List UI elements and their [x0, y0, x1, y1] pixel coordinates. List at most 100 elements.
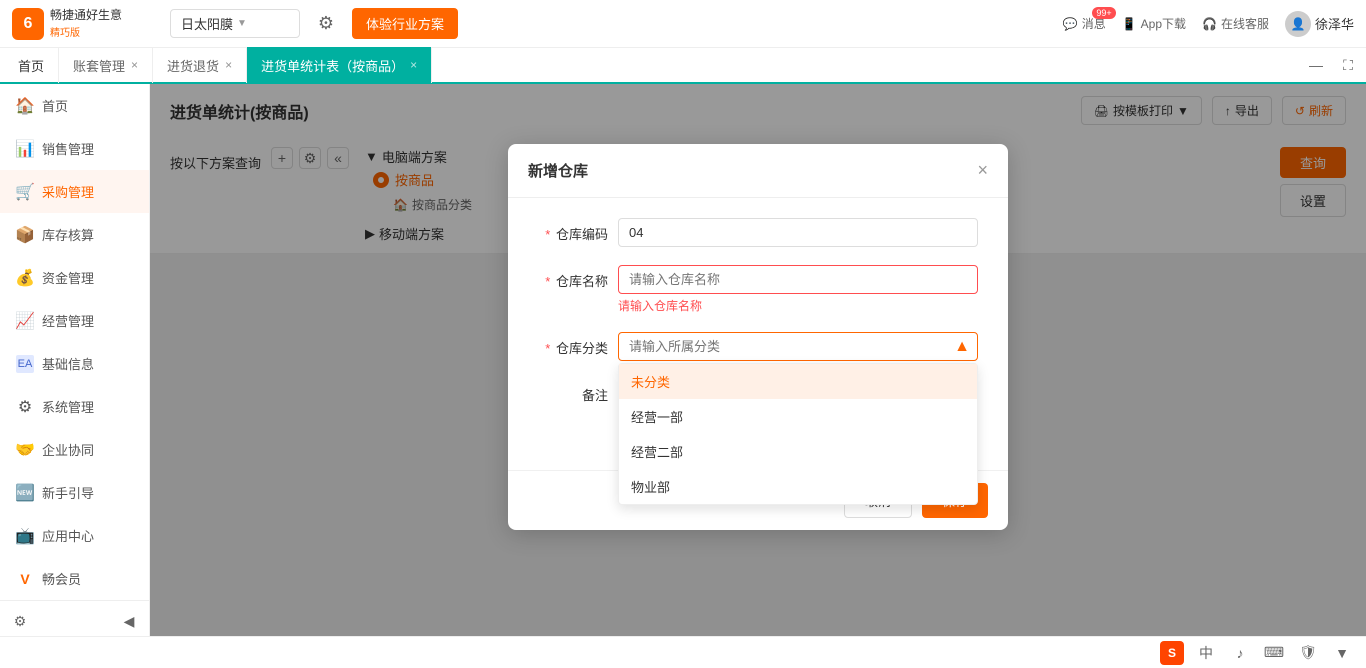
sidebar-item-sales[interactable]: 📊 销售管理: [0, 127, 149, 170]
category-toggle-icon[interactable]: ▲: [954, 338, 970, 356]
name-label: * 仓库名称: [538, 265, 608, 290]
sidebar-item-guide[interactable]: 🆕 新手引导: [0, 471, 149, 514]
sidebar-item-member[interactable]: V 畅会员: [0, 557, 149, 600]
headset-icon: 🎧: [1202, 17, 1217, 31]
operations-icon: 📈: [16, 312, 34, 330]
apps-icon: 📺: [16, 527, 34, 545]
returns-tab-close[interactable]: ×: [225, 58, 232, 72]
sidebar-label-purchase: 采购管理: [42, 182, 94, 201]
bottom-keyboard-icon[interactable]: ⌨: [1262, 641, 1286, 665]
enterprise-icon: 🤝: [16, 441, 34, 459]
bottom-s-icon[interactable]: S: [1160, 641, 1184, 665]
modal-overlay: 新增仓库 × * 仓库编码: [150, 84, 1366, 636]
new-warehouse-modal: 新增仓库 × * 仓库编码: [508, 144, 1008, 530]
sidebar-item-inventory[interactable]: 📦 库存核算: [0, 213, 149, 256]
user-area[interactable]: 👤 徐泽华: [1285, 11, 1354, 37]
sidebar-item-purchase[interactable]: 🛒 采购管理: [0, 170, 149, 213]
online-service-btn[interactable]: 🎧 在线客服: [1202, 15, 1269, 32]
message-icon: 💬: [1063, 17, 1078, 31]
sidebar-label-home: 首页: [42, 96, 68, 115]
header-right: 💬 消息 99+ 📱 App下载 🎧 在线客服 👤 徐泽华: [1063, 11, 1354, 37]
dropdown-item-ops2[interactable]: 经营二部: [619, 434, 977, 469]
trial-button[interactable]: 体验行业方案: [352, 8, 458, 39]
logo-area: 6 畅捷通好生意 精巧版: [12, 8, 160, 40]
system-icon: ⚙: [16, 398, 34, 416]
stats-tab-close[interactable]: ×: [410, 58, 417, 72]
tab-returns[interactable]: 进货退货 ×: [153, 47, 247, 83]
purchase-icon: 🛒: [16, 183, 34, 201]
modal-body: * 仓库编码 * 仓库名称: [508, 198, 1008, 470]
messages-btn[interactable]: 💬 消息 99+: [1063, 15, 1106, 32]
bottom-bar: S 中 ♪ ⌨ 🛡 ▼: [0, 636, 1366, 668]
tab-minimize-icon[interactable]: —: [1302, 51, 1330, 79]
accounts-tab-label: 账套管理: [73, 56, 125, 75]
finance-icon: 💰: [16, 269, 34, 287]
home-icon: 🏠: [16, 97, 34, 115]
username: 徐泽华: [1315, 14, 1354, 33]
tab-bar: 首页 账套管理 × 进货退货 × 进货单统计表（按商品） × — ⛶: [0, 48, 1366, 84]
sidebar-item-finance[interactable]: 💰 资金管理: [0, 256, 149, 299]
company-selector[interactable]: 日太阳膜 ▼: [170, 9, 300, 38]
accounts-tab-close[interactable]: ×: [131, 58, 138, 72]
online-service-label: 在线客服: [1221, 15, 1269, 32]
bottom-shield-icon[interactable]: 🛡: [1296, 641, 1320, 665]
selector-arrow-icon: ▼: [237, 18, 247, 29]
logo-icon: 6: [12, 8, 44, 40]
tab-stats[interactable]: 进货单统计表（按商品） ×: [247, 47, 432, 83]
member-icon: V: [16, 570, 34, 588]
warehouse-code-input[interactable]: [618, 218, 978, 247]
dropdown-item-property[interactable]: 物业部: [619, 469, 977, 504]
warehouse-name-input[interactable]: [618, 265, 978, 294]
main-layout: 🏠 首页 📊 销售管理 🛒 采购管理 📦 库存核算 💰 资金管理 📈 经营管理 …: [0, 84, 1366, 636]
category-dropdown: 未分类 经营一部 经营二部 物业部: [618, 363, 978, 505]
modal-header: 新增仓库 ×: [508, 144, 1008, 198]
tab-right-buttons: — ⛶: [1302, 51, 1362, 79]
warehouse-category-input[interactable]: [618, 332, 978, 361]
sidebar-label-system: 系统管理: [42, 397, 94, 416]
sidebar-item-apps[interactable]: 📺 应用中心: [0, 514, 149, 557]
app-download-btn[interactable]: 📱 App下载: [1122, 15, 1186, 32]
sidebar-item-system[interactable]: ⚙ 系统管理: [0, 385, 149, 428]
sidebar-collapse-icon[interactable]: ◀: [117, 609, 141, 633]
home-tab-label: 首页: [18, 56, 44, 75]
sidebar-label-enterprise: 企业协同: [42, 440, 94, 459]
code-input-wrap: [618, 218, 978, 247]
content-area: 进货单统计(按商品) 🖨 按模板打印 ▼ ↑ 导出 ↺ 刷新 按以下方案查询: [150, 84, 1366, 636]
sidebar-item-home[interactable]: 🏠 首页: [0, 84, 149, 127]
bottom-arrow-icon[interactable]: ▼: [1330, 641, 1354, 665]
form-row-name: * 仓库名称 请输入仓库名称: [538, 265, 978, 314]
name-error-msg: 请输入仓库名称: [618, 297, 978, 314]
sidebar-label-inventory: 库存核算: [42, 225, 94, 244]
bottom-music-icon[interactable]: ♪: [1228, 641, 1252, 665]
tab-accounts[interactable]: 账套管理 ×: [59, 47, 153, 83]
code-label: * 仓库编码: [538, 218, 608, 243]
phone-icon: 📱: [1122, 17, 1137, 31]
sidebar-label-member: 畅会员: [42, 569, 81, 588]
tab-maximize-icon[interactable]: ⛶: [1334, 51, 1362, 79]
messages-badge: 99+: [1092, 7, 1115, 19]
name-input-wrap: 请输入仓库名称: [618, 265, 978, 314]
dropdown-item-ops1[interactable]: 经营一部: [619, 399, 977, 434]
bottom-lang-icon[interactable]: 中: [1194, 641, 1218, 665]
sidebar-item-basic-info[interactable]: EA 基础信息: [0, 342, 149, 385]
sidebar-item-operations[interactable]: 📈 经营管理: [0, 299, 149, 342]
category-input-wrap: ▲ 未分类 经营一部 经营二部 物业部: [618, 332, 978, 361]
top-header: 6 畅捷通好生意 精巧版 日太阳膜 ▼ ⚙ 体验行业方案 💬 消息 99+ 📱 …: [0, 0, 1366, 48]
settings-icon[interactable]: ⚙: [310, 8, 342, 40]
sidebar-settings-icon[interactable]: ⚙: [8, 609, 32, 633]
sidebar-item-enterprise[interactable]: 🤝 企业协同: [0, 428, 149, 471]
sidebar-label-operations: 经营管理: [42, 311, 94, 330]
note-label: 备注: [538, 379, 608, 404]
avatar: 👤: [1285, 11, 1311, 37]
modal-close-icon[interactable]: ×: [977, 160, 988, 181]
sidebar-label-guide: 新手引导: [42, 483, 94, 502]
sales-icon: 📊: [16, 140, 34, 158]
form-row-code: * 仓库编码: [538, 218, 978, 247]
guide-icon: 🆕: [16, 484, 34, 502]
sidebar-label-sales: 销售管理: [42, 139, 94, 158]
company-name: 日太阳膜: [181, 14, 233, 33]
logo-text: 畅捷通好生意: [50, 8, 122, 24]
returns-tab-label: 进货退货: [167, 56, 219, 75]
dropdown-item-uncategorized[interactable]: 未分类: [619, 364, 977, 399]
tab-home[interactable]: 首页: [4, 47, 59, 83]
